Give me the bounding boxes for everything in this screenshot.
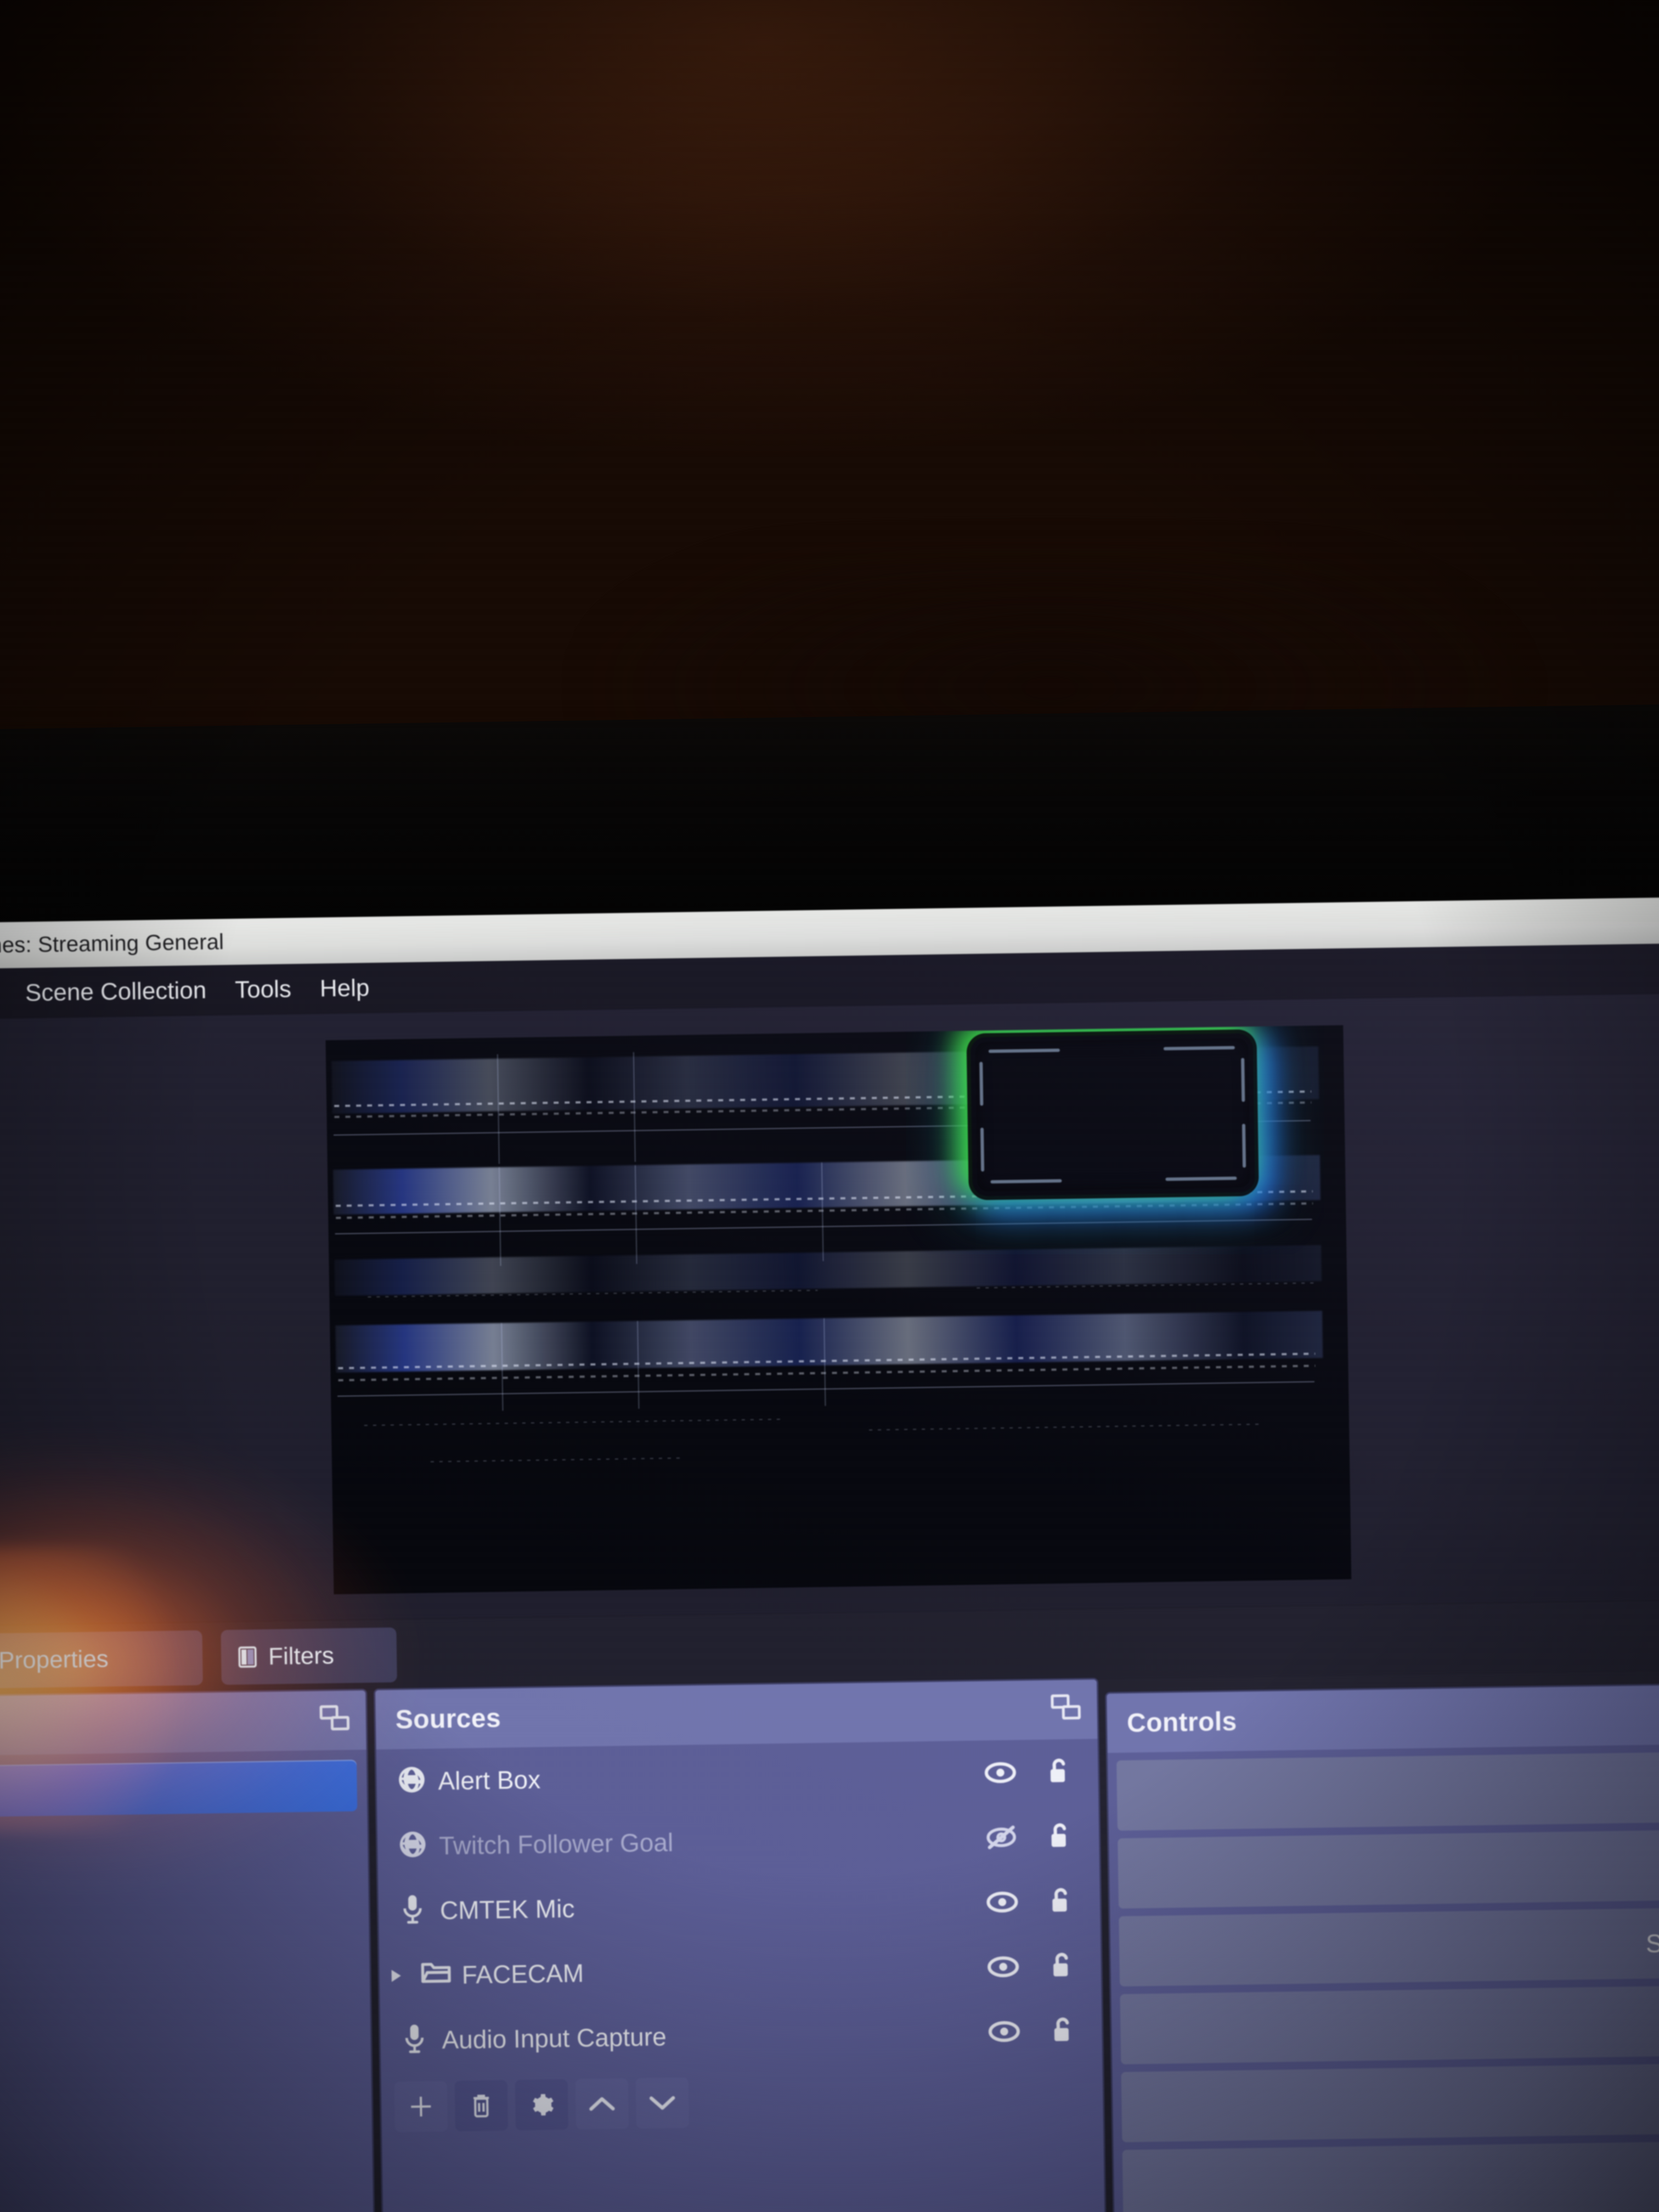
monitor-bezel — [0, 703, 1659, 933]
popout-window-icon[interactable] — [319, 1705, 351, 1736]
controls-list: Start — [1108, 1751, 1659, 2212]
source-list-item[interactable]: CMTEK Mic — [378, 1868, 1101, 1943]
source-list-item[interactable]: Audio Input Capture — [380, 1997, 1103, 2073]
facecam-frame-overlay[interactable] — [970, 1033, 1255, 1197]
controls-button-2[interactable] — [1118, 1829, 1659, 1909]
eye-icon[interactable] — [986, 1955, 1020, 1979]
controls-button-4[interactable] — [1120, 1985, 1659, 2064]
eye-icon[interactable] — [986, 1890, 1019, 1915]
source-list-item-group[interactable]: FACECAM — [379, 1933, 1102, 2008]
add-source-button[interactable] — [394, 2081, 448, 2132]
source-row-controls — [988, 2016, 1076, 2046]
controls-button-1[interactable] — [1116, 1751, 1659, 1831]
source-list-item[interactable]: Twitch Follower Goal — [377, 1803, 1099, 1878]
menu-item-help[interactable]: Help — [305, 963, 384, 1014]
browser-globe-icon — [397, 1829, 432, 1864]
filter-image-icon — [235, 1645, 260, 1669]
remove-source-button[interactable] — [454, 2080, 508, 2131]
start-streaming-button[interactable]: Start — [1119, 1907, 1659, 1987]
controls-button-6[interactable] — [1122, 2141, 1659, 2212]
browser-globe-icon — [396, 1764, 431, 1799]
properties-label: Properties — [0, 1645, 109, 1674]
controls-button-5[interactable] — [1121, 2063, 1659, 2142]
source-row-controls — [984, 1757, 1072, 1787]
move-source-up-button[interactable] — [575, 2078, 629, 2130]
unlock-icon[interactable] — [1050, 1951, 1075, 1980]
scene-list-item-selected[interactable] — [0, 1759, 358, 1818]
monitor: Scenes: Streaming General File Scene Col… — [0, 703, 1659, 2212]
menu-item-tools[interactable]: Tools — [221, 964, 306, 1015]
unlock-icon[interactable] — [1047, 1757, 1072, 1786]
source-row-controls — [986, 1951, 1075, 1981]
source-settings-button[interactable] — [515, 2079, 568, 2131]
menu-item-scene-collection[interactable]: Scene Collection — [10, 965, 221, 1019]
properties-button[interactable]: Properties — [0, 1630, 203, 1689]
filters-button[interactable]: Filters — [221, 1627, 397, 1685]
controls-dock-title: Controls — [1126, 1707, 1237, 1738]
photograph-of-monitor: Scenes: Streaming General File Scene Col… — [0, 0, 1659, 2212]
source-label: Twitch Follower Goal — [438, 1827, 674, 1860]
scene-preview-canvas[interactable] — [325, 1025, 1352, 1595]
sources-list[interactable]: Alert Box Twitch Follower Goal CMTEK Mic… — [376, 1739, 1104, 2138]
sources-dock: Sources Alert Box Twitch Follower Goal C… — [375, 1679, 1105, 2212]
folder-group-icon — [420, 1958, 454, 1993]
source-label: FACECAM — [461, 1959, 584, 1989]
move-source-down-button[interactable] — [635, 2077, 689, 2129]
filters-label: Filters — [268, 1642, 335, 1670]
unlock-icon[interactable] — [1051, 2016, 1076, 2045]
source-row-controls — [985, 1822, 1073, 1852]
scenes-dock-header — [0, 1690, 366, 1757]
eye-icon[interactable] — [988, 2019, 1021, 2044]
sources-toolbar — [381, 2066, 1104, 2138]
eye-icon[interactable] — [984, 1760, 1017, 1785]
window-title: Scenes: Streaming General — [0, 929, 224, 958]
microphone-icon — [398, 1894, 433, 1928]
menu-item-file[interactable]: File — [0, 968, 12, 1020]
obs-studio-window: Scenes: Streaming General File Scene Col… — [0, 896, 1659, 2212]
eye-slash-icon[interactable] — [985, 1825, 1018, 1850]
sources-dock-header: Sources — [375, 1679, 1098, 1750]
source-label: Alert Box — [438, 1765, 541, 1796]
scenes-dock — [0, 1690, 374, 2212]
dock-row: Sources Alert Box Twitch Follower Goal C… — [0, 1670, 1659, 2212]
chevron-right-icon[interactable] — [391, 1970, 401, 1982]
preview-area — [0, 993, 1659, 1625]
source-label: Audio Input Capture — [442, 2022, 667, 2055]
controls-dock-header: Controls — [1107, 1684, 1659, 1753]
popout-window-icon[interactable] — [1051, 1694, 1082, 1725]
facecam-inner-area — [975, 1038, 1250, 1192]
start-streaming-label: Start — [1645, 1928, 1659, 1958]
source-label: CMTEK Mic — [439, 1894, 575, 1925]
source-list-item[interactable]: Alert Box — [376, 1739, 1099, 1814]
microphone-icon — [400, 2023, 435, 2057]
scenes-list[interactable] — [0, 1759, 367, 1818]
unlock-icon[interactable] — [1049, 1887, 1074, 1916]
unlock-icon[interactable] — [1048, 1822, 1073, 1851]
source-row-controls — [986, 1887, 1074, 1916]
controls-dock: Controls Start — [1107, 1684, 1659, 2212]
sources-dock-title: Sources — [395, 1703, 501, 1734]
